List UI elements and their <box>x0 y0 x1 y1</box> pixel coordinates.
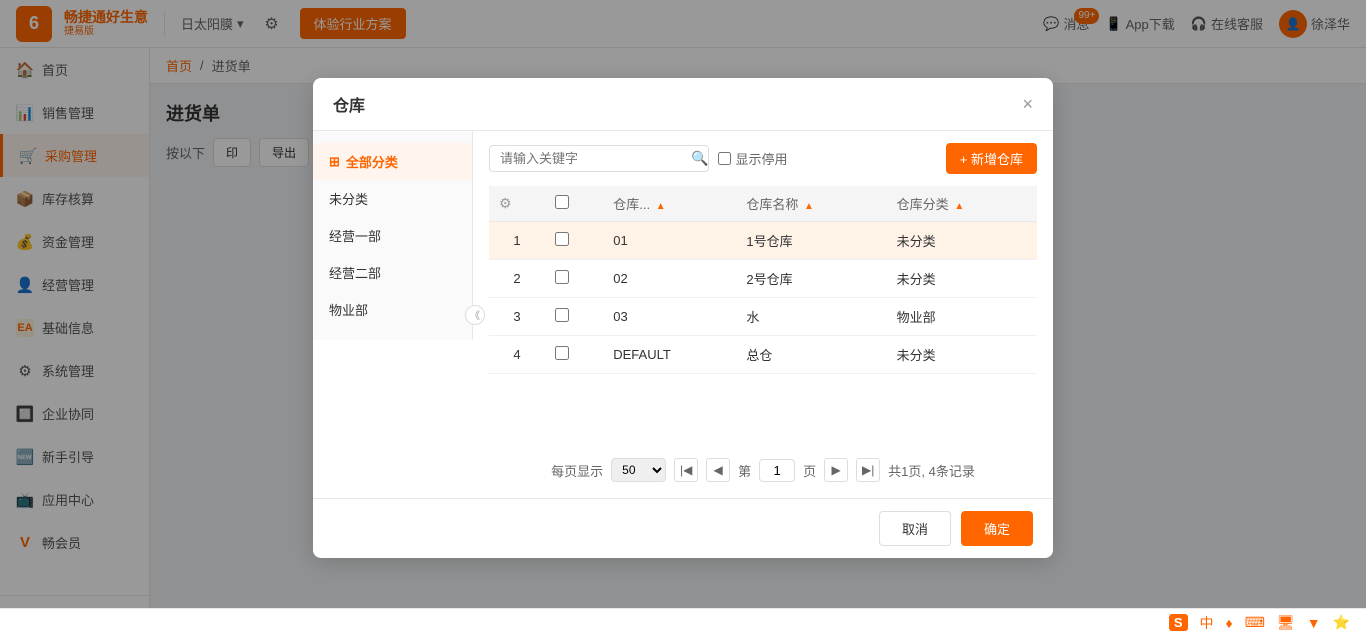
page-input[interactable] <box>759 459 795 482</box>
page-suffix: 页 <box>803 461 816 480</box>
row-code: 03 <box>603 298 736 336</box>
row-name: 2号仓库 <box>736 260 886 298</box>
row-num: 1 <box>489 222 545 260</box>
page-label: 第 <box>738 461 751 480</box>
row-checkbox-cell <box>545 222 603 260</box>
statusbar-lang-icon[interactable]: 中 <box>1200 613 1214 633</box>
next-page-button[interactable]: ▶ <box>824 458 848 482</box>
prev-page-button[interactable]: ◀ <box>706 458 730 482</box>
category-all-label: 全部分类 <box>346 152 398 171</box>
row-checkbox[interactable] <box>555 232 569 246</box>
statusbar-keyboard-icon[interactable]: ⌨ <box>1245 614 1265 631</box>
table-row[interactable]: 2 02 2号仓库 未分类 <box>489 260 1037 298</box>
statusbar-arrow-icon[interactable]: ▼ <box>1307 615 1321 631</box>
category-label: 物业部 <box>329 300 368 319</box>
table-row[interactable]: 1 01 1号仓库 未分类 <box>489 222 1037 260</box>
row-code: 01 <box>603 222 736 260</box>
statusbar-star-icon[interactable]: ⭐ <box>1333 614 1350 631</box>
modal-header: 仓库 × <box>313 78 1053 131</box>
modal-footer: 取消 确定 <box>313 498 1053 558</box>
row-category: 物业部 <box>887 298 1037 336</box>
category-ops1[interactable]: 经营一部 <box>313 217 472 254</box>
category-uncategorized[interactable]: 未分类 <box>313 180 472 217</box>
category-label: 未分类 <box>329 189 368 208</box>
table-header: ⚙ 仓库... ▲ 仓库名称 ▲ <box>489 186 1037 222</box>
category-label: 经营二部 <box>329 263 381 282</box>
category-all-icon: ⊞ <box>329 154 340 170</box>
sort-name-icon: ▲ <box>804 201 814 212</box>
sidebar-collapse-button[interactable]: 《 <box>465 305 485 325</box>
sort-code-icon: ▲ <box>656 201 666 212</box>
search-icon[interactable]: 🔍 <box>691 150 708 167</box>
table-row[interactable]: 4 DEFAULT 总仓 未分类 <box>489 336 1037 374</box>
show-disabled-label: 显示停用 <box>735 149 787 168</box>
table-body: 1 01 1号仓库 未分类 2 02 2号仓库 <box>489 222 1037 374</box>
modal-sidebar-wrapper: ⊞ 全部分类 未分类 经营一部 经营二部 物业部 <box>313 131 473 498</box>
modal-category-sidebar: ⊞ 全部分类 未分类 经营一部 经营二部 物业部 <box>313 131 473 340</box>
row-checkbox[interactable] <box>555 270 569 284</box>
add-warehouse-button[interactable]: + 新增仓库 <box>946 143 1037 174</box>
row-checkbox[interactable] <box>555 346 569 360</box>
row-num: 4 <box>489 336 545 374</box>
cancel-button[interactable]: 取消 <box>879 511 951 546</box>
show-disabled-checkbox[interactable]: 显示停用 <box>718 149 787 168</box>
row-name: 总仓 <box>736 336 886 374</box>
sort-category-icon: ▲ <box>954 201 964 212</box>
per-page-select[interactable]: 50 20 100 <box>611 458 666 482</box>
modal-body: ⊞ 全部分类 未分类 经营一部 经营二部 物业部 <box>313 131 1053 498</box>
warehouse-table: ⚙ 仓库... ▲ 仓库名称 ▲ <box>489 186 1037 374</box>
category-property[interactable]: 物业部 <box>313 291 472 328</box>
modal-main: 🔍 显示停用 + 新增仓库 ⚙ <box>473 131 1053 498</box>
total-info: 共1页, 4条记录 <box>888 461 975 480</box>
th-code: 仓库... ▲ <box>603 186 736 222</box>
th-gear: ⚙ <box>489 186 545 222</box>
table-row[interactable]: 3 03 水 物业部 <box>489 298 1037 336</box>
row-num: 2 <box>489 260 545 298</box>
modal-close-button[interactable]: × <box>1022 94 1033 115</box>
per-page-label: 每页显示 <box>551 461 603 480</box>
table-header-row: ⚙ 仓库... ▲ 仓库名称 ▲ <box>489 186 1037 222</box>
confirm-button[interactable]: 确定 <box>961 511 1033 546</box>
row-name: 1号仓库 <box>736 222 886 260</box>
warehouse-table-container: ⚙ 仓库... ▲ 仓库名称 ▲ <box>489 186 1037 446</box>
statusbar-dot-icon[interactable]: ♦ <box>1226 615 1233 631</box>
statusbar-s-icon[interactable]: S <box>1169 614 1188 631</box>
select-all-checkbox[interactable] <box>555 195 569 209</box>
row-checkbox-cell <box>545 260 603 298</box>
modal-toolbar: 🔍 显示停用 + 新增仓库 <box>489 143 1037 174</box>
category-all[interactable]: ⊞ 全部分类 <box>313 143 472 180</box>
first-page-button[interactable]: |◀ <box>674 458 698 482</box>
pagination: 每页显示 50 20 100 |◀ ◀ 第 页 ▶ ▶| 共1页, 4条记录 <box>489 446 1037 486</box>
row-code: DEFAULT <box>603 336 736 374</box>
category-label: 经营一部 <box>329 226 381 245</box>
last-page-button[interactable]: ▶| <box>856 458 880 482</box>
row-checkbox[interactable] <box>555 308 569 322</box>
statusbar-monitor-icon[interactable]: 🖥 <box>1277 614 1295 631</box>
category-ops2[interactable]: 经营二部 <box>313 254 472 291</box>
row-checkbox-cell <box>545 298 603 336</box>
modal-title: 仓库 <box>333 92 365 116</box>
row-code: 02 <box>603 260 736 298</box>
show-disabled-check[interactable] <box>718 152 731 165</box>
row-name: 水 <box>736 298 886 336</box>
warehouse-modal: 仓库 × ⊞ 全部分类 未分类 经营一部 <box>313 78 1053 558</box>
warehouse-search-input[interactable] <box>489 145 709 172</box>
row-category: 未分类 <box>887 222 1037 260</box>
row-category: 未分类 <box>887 336 1037 374</box>
th-name: 仓库名称 ▲ <box>736 186 886 222</box>
row-num: 3 <box>489 298 545 336</box>
th-checkbox <box>545 186 603 222</box>
modal-overlay: 仓库 × ⊞ 全部分类 未分类 经营一部 <box>0 0 1366 636</box>
row-checkbox-cell <box>545 336 603 374</box>
gear-header-icon: ⚙ <box>499 195 512 211</box>
statusbar: S 中 ♦ ⌨ 🖥 ▼ ⭐ <box>0 608 1366 636</box>
row-category: 未分类 <box>887 260 1037 298</box>
th-category: 仓库分类 ▲ <box>887 186 1037 222</box>
